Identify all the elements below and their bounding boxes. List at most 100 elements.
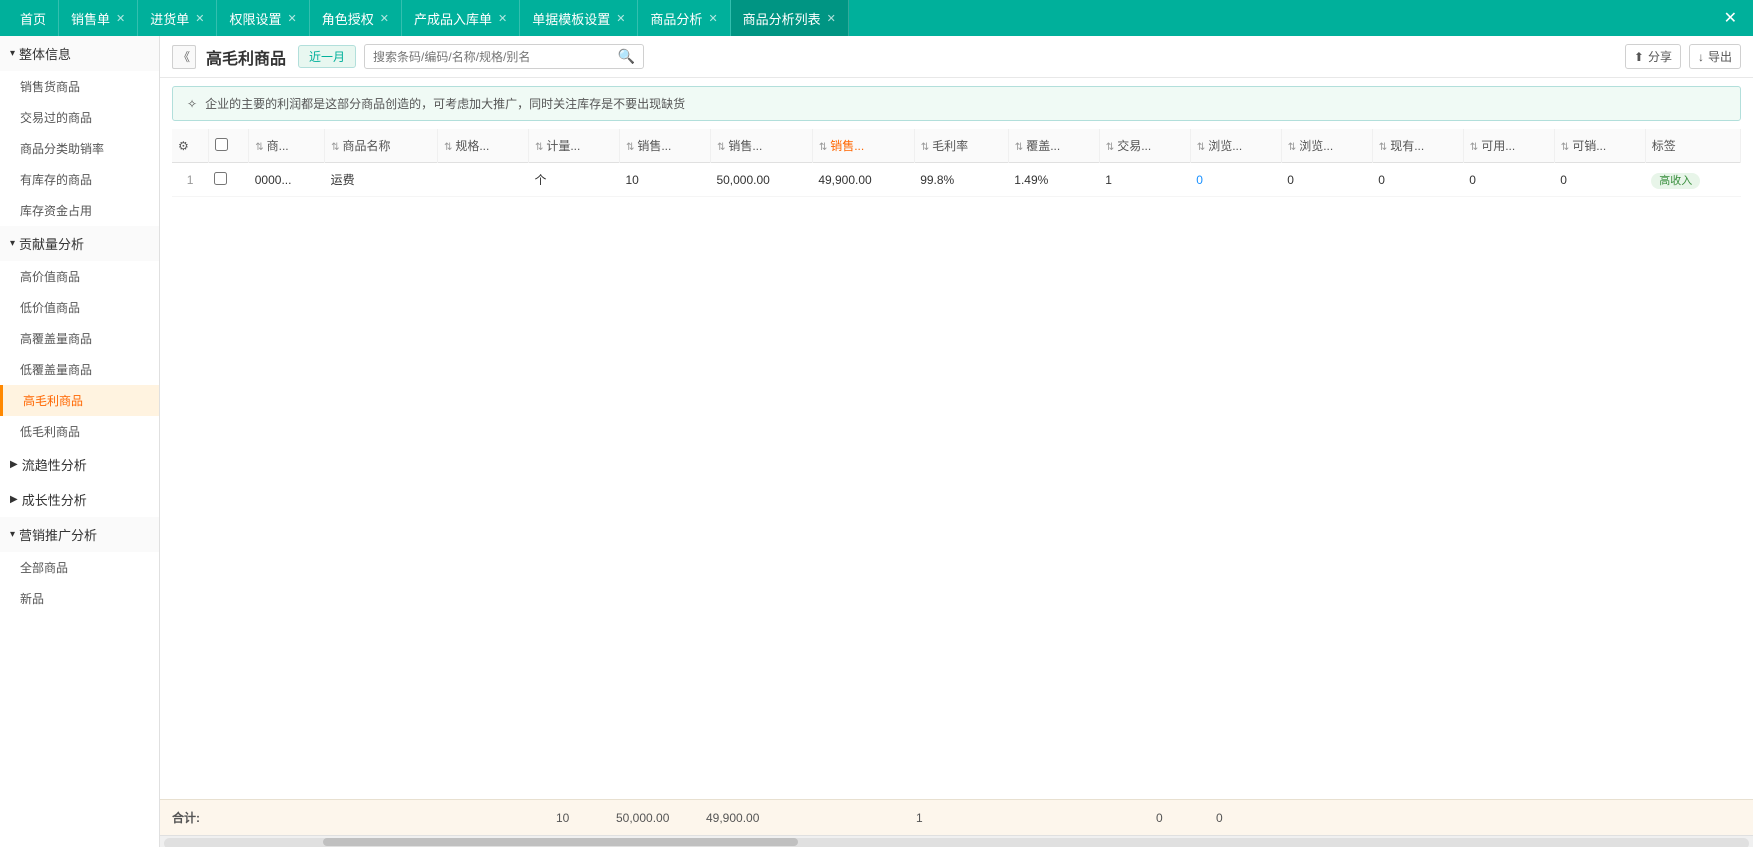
tab-permissions[interactable]: 权限设置 ✕ [217, 0, 309, 36]
row-stock-sellable: 0 [1554, 163, 1645, 197]
footer-sales-amount: 50,000.00 [610, 811, 700, 825]
col-unit[interactable]: ⇅计量... [528, 129, 619, 163]
col-sort-icon13: ⇅ [1379, 142, 1387, 153]
tab-template[interactable]: 单据模板设置 ✕ [520, 0, 638, 36]
col-views1[interactable]: ⇅浏览... [1190, 129, 1281, 163]
tab-sales[interactable]: 销售单 ✕ [59, 0, 138, 36]
footer-stock-sellable: 0 [1210, 811, 1270, 825]
info-banner: ✧ 企业的主要的利润都是这部分商品创造的，可考虑加大推广，同时关注库存是不要出现… [172, 86, 1741, 121]
row-sales-profit: 49,900.00 [812, 163, 914, 197]
sidebar-item-stock-capital[interactable]: 库存资金占用 [0, 195, 159, 226]
sidebar-item-low-coverage[interactable]: 低覆盖量商品 [0, 354, 159, 385]
col-spec[interactable]: ⇅规格... [437, 129, 528, 163]
tab-roles-close[interactable]: ✕ [380, 12, 389, 25]
col-sort-icon3: ⇅ [444, 142, 452, 153]
row-views1[interactable]: 0 [1190, 163, 1281, 197]
sidebar: ▾ 整体信息 销售货商品 交易过的商品 商品分类助销率 有库存的商品 库存资金占… [0, 36, 160, 847]
sidebar-item-low-value[interactable]: 低价值商品 [0, 292, 159, 323]
search-icon[interactable]: 🔍 [618, 48, 635, 65]
footer-stock-available: 0 [1150, 811, 1210, 825]
col-coverage[interactable]: ⇅覆盖... [1008, 129, 1099, 163]
tab-products-in[interactable]: 产成品入库单 ✕ [402, 0, 520, 36]
overall-expand-icon: ▾ [10, 48, 15, 59]
table-header-row: ⚙ ⇅商... ⇅商品名称 ⇅规格... ⇅计量... ⇅销售... ⇅销售..… [172, 129, 1741, 163]
sidebar-group-contribution[interactable]: ▾ 贡献量分析 [0, 226, 159, 261]
tab-purchase-close[interactable]: ✕ [195, 12, 204, 25]
tab-purchase[interactable]: 进货单 ✕ [138, 0, 217, 36]
col-name[interactable]: ⇅商品名称 [325, 129, 438, 163]
sidebar-item-in-stock[interactable]: 有库存的商品 [0, 164, 159, 195]
col-views2[interactable]: ⇅浏览... [1281, 129, 1372, 163]
horizontal-scrollbar[interactable] [160, 835, 1753, 847]
col-gross-margin[interactable]: ⇅毛利率 [914, 129, 1008, 163]
sidebar-item-high-margin[interactable]: 高毛利商品 [0, 385, 159, 416]
col-sort-icon9: ⇅ [1015, 142, 1023, 153]
settings-icon: ⚙ [178, 139, 189, 153]
export-button[interactable]: ↓ 导出 [1689, 44, 1741, 69]
sidebar-item-low-margin[interactable]: 低毛利商品 [0, 416, 159, 447]
col-settings[interactable]: ⚙ [172, 129, 208, 163]
col-stock-sellable[interactable]: ⇅可销... [1554, 129, 1645, 163]
col-sort-icon4: ⇅ [535, 142, 543, 153]
col-sort-icon6: ⇅ [717, 142, 725, 153]
col-sort-icon5: ⇅ [626, 142, 634, 153]
content-area: 《 高毛利商品 近一月 🔍 ⬆ 分享 ↓ 导出 ✧ 企业的主要的利润都是这部 [160, 36, 1753, 847]
window-close-button[interactable]: ✕ [1716, 8, 1745, 28]
col-stock-current[interactable]: ⇅现有... [1372, 129, 1463, 163]
select-all-checkbox[interactable] [215, 138, 228, 151]
info-text: 企业的主要的利润都是这部分商品创造的，可考虑加大推广，同时关注库存是不要出现缺货 [205, 95, 685, 112]
row-num: 1 [172, 163, 208, 197]
table-row: 1 0000... 运费 个 10 50,000.00 49,900.00 99… [172, 163, 1741, 197]
sidebar-item-category-rate[interactable]: 商品分类助销率 [0, 133, 159, 164]
tab-analysis-list-close[interactable]: ✕ [827, 12, 836, 25]
row-stock-current: 0 [1372, 163, 1463, 197]
sidebar-item-high-value[interactable]: 高价值商品 [0, 261, 159, 292]
footer-values: 10 50,000.00 49,900.00 1 0 0 [220, 811, 1741, 825]
tab-products-in-close[interactable]: ✕ [498, 12, 507, 25]
tab-roles[interactable]: 角色授权 ✕ [310, 0, 402, 36]
col-checkbox[interactable] [208, 129, 249, 163]
tab-home[interactable]: 首页 [8, 0, 59, 36]
tab-analysis[interactable]: 商品分析 ✕ [638, 0, 730, 36]
col-stock-available[interactable]: ⇅可用... [1463, 129, 1554, 163]
sidebar-group-flow[interactable]: ▶ 流趋性分析 [0, 447, 159, 482]
tab-analysis-list[interactable]: 商品分析列表 ✕ [731, 0, 849, 36]
tab-analysis-close[interactable]: ✕ [708, 12, 717, 25]
sidebar-item-sales-goods[interactable]: 销售货商品 [0, 71, 159, 102]
sidebar-item-traded-goods[interactable]: 交易过的商品 [0, 102, 159, 133]
footer-sales-profit: 49,900.00 [700, 811, 790, 825]
col-transactions[interactable]: ⇅交易... [1099, 129, 1190, 163]
share-button[interactable]: ⬆ 分享 [1625, 44, 1681, 69]
row-select-checkbox[interactable] [214, 172, 227, 185]
col-sort-icon2: ⇅ [331, 142, 339, 153]
col-sort-icon7: ⇅ [819, 142, 827, 153]
col-tags[interactable]: 标签 [1645, 129, 1740, 163]
sidebar-group-growth[interactable]: ▶ 成长性分析 [0, 482, 159, 517]
sidebar-group-marketing[interactable]: ▾ 营销推广分析 [0, 517, 159, 552]
col-code[interactable]: ⇅商... [249, 129, 325, 163]
scrollbar-track [164, 838, 1749, 847]
row-unit: 个 [528, 163, 619, 197]
col-sort-icon10: ⇅ [1106, 142, 1114, 153]
sidebar-item-new-goods[interactable]: 新品 [0, 583, 159, 614]
header-actions: ⬆ 分享 ↓ 导出 [1625, 44, 1741, 69]
col-sales-profit[interactable]: ⇅销售... [812, 129, 914, 163]
row-checkbox[interactable] [208, 163, 249, 197]
col-sales-qty[interactable]: ⇅销售... [619, 129, 710, 163]
sidebar-item-all-goods[interactable]: 全部商品 [0, 552, 159, 583]
sidebar-collapse-button[interactable]: 《 [172, 45, 196, 69]
row-sales-amount: 50,000.00 [710, 163, 812, 197]
col-sales-amount[interactable]: ⇅销售... [710, 129, 812, 163]
page-title: 高毛利商品 [206, 45, 286, 69]
tab-sales-close[interactable]: ✕ [116, 12, 125, 25]
search-input[interactable] [373, 50, 618, 64]
row-gross-margin: 99.8% [914, 163, 1008, 197]
footer-bar: 合计: 10 50,000.00 49,900.00 1 0 0 [160, 799, 1753, 835]
period-button[interactable]: 近一月 [298, 45, 356, 68]
scrollbar-thumb[interactable] [323, 838, 799, 846]
sidebar-group-overall[interactable]: ▾ 整体信息 [0, 36, 159, 71]
tab-template-close[interactable]: ✕ [616, 12, 625, 25]
sidebar-item-high-coverage[interactable]: 高覆盖量商品 [0, 323, 159, 354]
col-sort-icon11: ⇅ [1197, 142, 1205, 153]
tab-permissions-close[interactable]: ✕ [288, 12, 297, 25]
